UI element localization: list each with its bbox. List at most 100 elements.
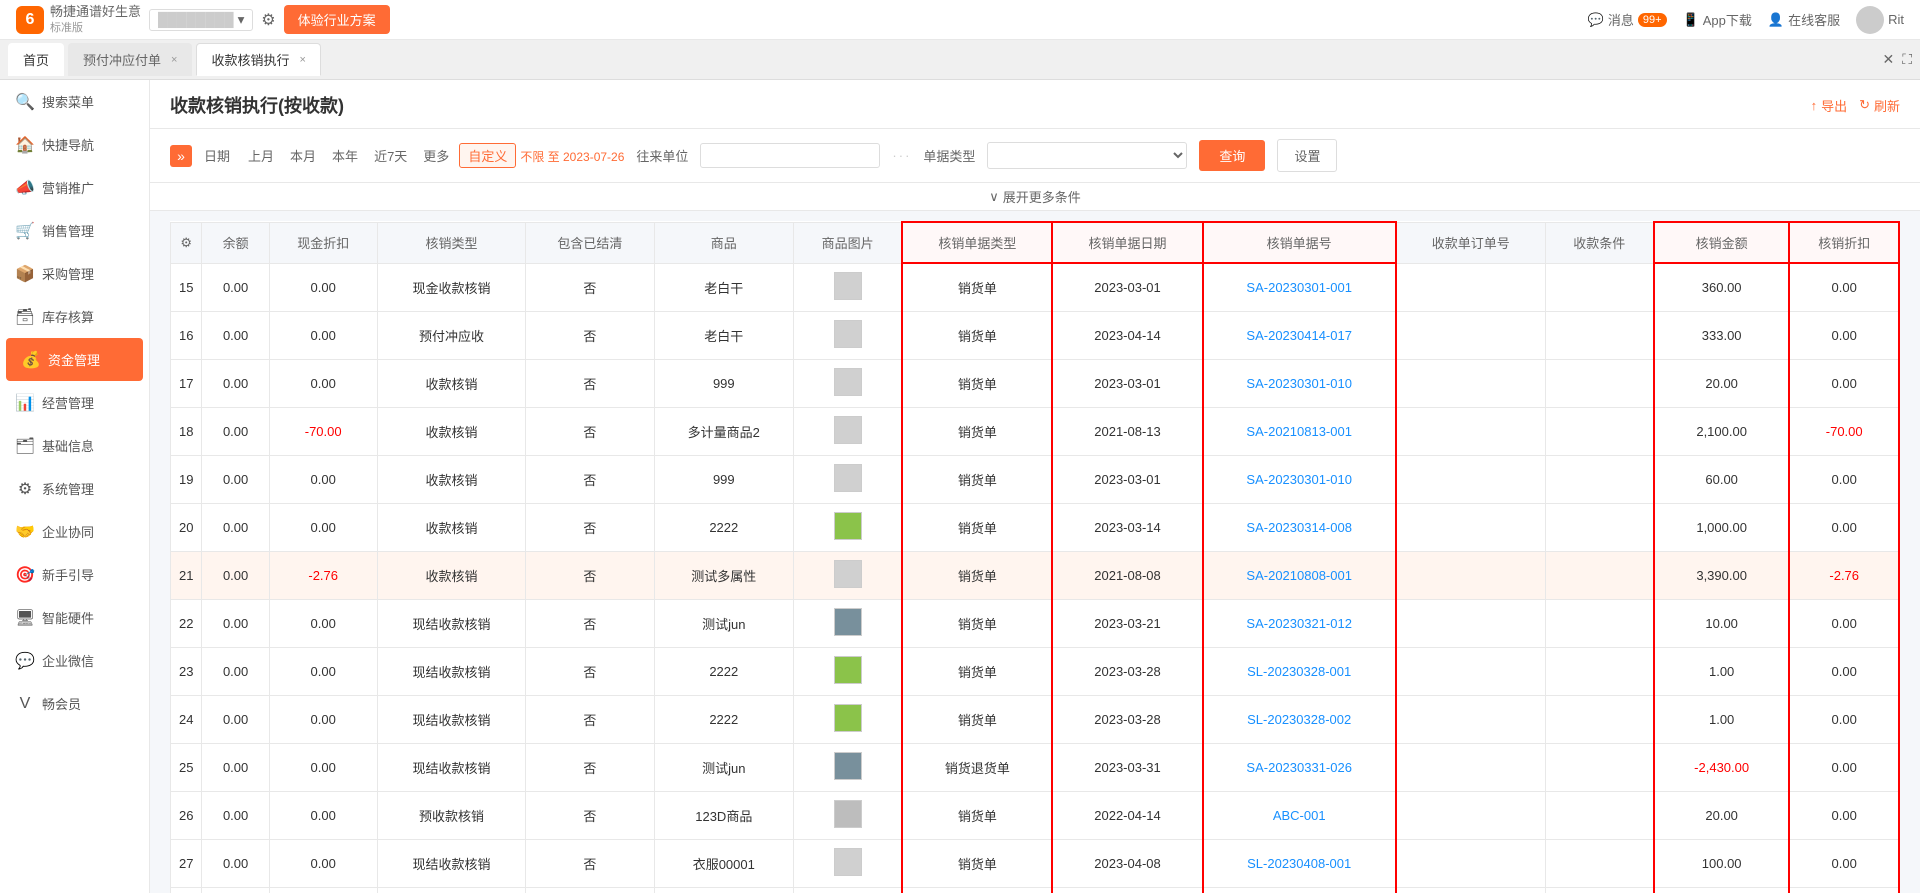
online-service-button[interactable]: 👤 在线客服 [1768,10,1840,29]
table-cell[interactable]: SA-20230321-012 [1203,599,1396,647]
table-cell: 0.00 [202,695,269,743]
date-btn-this-year[interactable]: 本年 [326,144,364,167]
sidebar-item-inventory[interactable]: 🗃 库存核算 [0,295,149,338]
trial-button[interactable]: 体验行业方案 [284,5,390,34]
th-verify-no: 核销单据号 [1203,222,1396,263]
table-cell[interactable]: ABC-001 [1203,791,1396,839]
table-cell: 现结收款核销 [377,839,526,887]
settings-icon[interactable]: ⚙ [261,10,275,30]
sidebar-item-wechat[interactable]: 💬 企业微信 [0,639,149,682]
sidebar-item-purchase[interactable]: 📦 采购管理 [0,252,149,295]
table-area[interactable]: ⚙ 余额 现金折扣 核销类型 包含已结清 商品 商品图片 核销单据类型 核销单据… [150,211,1920,893]
user-area[interactable]: Rit [1856,6,1904,34]
sidebar-item-search[interactable]: 🔍 搜索菜单 [0,80,149,123]
table-cell: 现金收款核销 [377,263,526,311]
verify-no-link[interactable]: SA-20210813-001 [1246,424,1352,439]
verify-no-link[interactable]: SL-20230408-001 [1247,856,1351,871]
verify-no-link[interactable]: SA-20230331-026 [1246,760,1352,775]
tab-collection[interactable]: 收款核销执行 × [196,43,320,76]
verify-no-link[interactable]: SA-20230301-010 [1246,376,1352,391]
sidebar-item-guide[interactable]: 🎯 新手引导 [0,553,149,596]
sidebar-item-capital[interactable]: 💰 资金管理 [6,338,143,381]
table-cell[interactable]: SL-20230418-001 [1203,887,1396,893]
sidebar-item-operations[interactable]: 📊 经营管理 [0,381,149,424]
verify-no-link[interactable]: SA-20210808-001 [1246,568,1352,583]
single-receipt-select[interactable] [987,142,1187,169]
member-icon: V [16,695,34,713]
table-cell: 20.00 [1654,791,1790,839]
sidebar-item-basic[interactable]: 🗂 基础信息 [0,424,149,467]
verify-no-link[interactable]: SL-20230328-001 [1247,664,1351,679]
export-button[interactable]: ↑ 导出 [1811,96,1848,115]
table-cell[interactable]: SL-20230408-001 [1203,839,1396,887]
th-settings[interactable]: ⚙ [171,222,202,263]
sidebar-label-enterprise: 企业协同 [42,522,94,541]
table-cell[interactable]: SA-20230414-017 [1203,311,1396,359]
date-btn-this-month[interactable]: 本月 [284,144,322,167]
table-cell [1396,791,1545,839]
date-btn-7days[interactable]: 近7天 [368,144,413,167]
table-cell[interactable]: SA-20230301-010 [1203,455,1396,503]
sidebar-item-enterprise[interactable]: 🤝 企业协同 [0,510,149,553]
company-dropdown[interactable]: ████████ ▾ [149,9,253,31]
verify-no-link[interactable]: SA-20230314-008 [1246,520,1352,535]
table-cell: 0.00 [269,839,377,887]
filter-row: » 日期 上月 本月 本年 近7天 更多 自定义 不限 至 2023-07-26… [170,139,1900,172]
table-cell[interactable]: SA-20230331-026 [1203,743,1396,791]
table-cell [794,551,903,599]
settings-button[interactable]: 设置 [1277,139,1337,172]
tab-home[interactable]: 首页 [8,43,64,76]
table-cell: 0.00 [202,839,269,887]
maximize-window-button[interactable]: ⛶ [1902,51,1912,68]
table-cell: 3,390.00 [1654,551,1790,599]
tab-collection-close[interactable]: × [299,54,305,66]
expand-conditions-button[interactable]: ∨ 展开更多条件 [989,187,1081,206]
close-window-button[interactable]: ✕ [1882,51,1894,68]
product-image-placeholder [834,848,862,876]
verify-no-link[interactable]: SA-20230301-010 [1246,472,1352,487]
date-btn-more[interactable]: 更多 [417,144,455,167]
date-btn-last-month[interactable]: 上月 [242,144,280,167]
message-button[interactable]: 💬 消息 99+ [1588,10,1667,29]
filter-expand-button[interactable]: » [170,145,192,167]
table-cell: -2,430.00 [1654,743,1790,791]
table-cell: 10.00 [1654,599,1790,647]
query-button[interactable]: 查询 [1199,140,1265,171]
refresh-button[interactable]: ↻ 刷新 [1859,96,1900,115]
table-cell[interactable]: SA-20230301-001 [1203,263,1396,311]
table-cell [794,695,903,743]
from-unit-input[interactable] [700,143,880,168]
verify-no-link[interactable]: ABC-001 [1273,808,1326,823]
app-download-button[interactable]: 📱 App下载 [1683,10,1752,29]
table-cell[interactable]: SL-20230328-002 [1203,695,1396,743]
table-cell[interactable]: SA-20210813-001 [1203,407,1396,455]
table-cell: 18 [171,407,202,455]
sidebar-item-hardware[interactable]: 🖥 智能硬件 [0,596,149,639]
tab-home-label: 首页 [23,50,49,69]
table-row: 220.000.00现结收款核销否测试jun销货单2023-03-21SA-20… [171,599,1900,647]
table-cell: 0.00 [269,263,377,311]
sidebar-item-marketing[interactable]: 📣 营销推广 [0,166,149,209]
sidebar-item-sales[interactable]: 🛒 销售管理 [0,209,149,252]
table-cell[interactable]: SA-20230301-010 [1203,359,1396,407]
table-cell[interactable]: SA-20230314-008 [1203,503,1396,551]
sidebar-item-quicknav[interactable]: 🏠 快捷导航 [0,123,149,166]
date-btn-custom[interactable]: 自定义 [459,143,516,168]
table-cell [1545,407,1654,455]
table-cell: 销货单 [902,695,1052,743]
verify-no-link[interactable]: SA-20230301-001 [1246,280,1352,295]
verify-no-link[interactable]: SA-20230414-017 [1246,328,1352,343]
verify-no-link[interactable]: SA-20230321-012 [1246,616,1352,631]
sidebar-item-system[interactable]: ⚙ 系统管理 [0,467,149,510]
table-cell: 0.00 [1789,599,1899,647]
verify-no-link[interactable]: SL-20230328-002 [1247,712,1351,727]
sidebar-label-sales: 销售管理 [42,221,94,240]
table-cell: 否 [526,551,654,599]
table-cell[interactable]: SL-20230328-001 [1203,647,1396,695]
tab-prepay-close[interactable]: × [171,54,177,66]
table-cell [1545,311,1654,359]
tab-prepay[interactable]: 预付冲应付单 × [68,43,192,76]
sidebar-item-member[interactable]: V 畅会员 [0,682,149,725]
table-cell: 预收款核销 [377,791,526,839]
table-cell[interactable]: SA-20210808-001 [1203,551,1396,599]
